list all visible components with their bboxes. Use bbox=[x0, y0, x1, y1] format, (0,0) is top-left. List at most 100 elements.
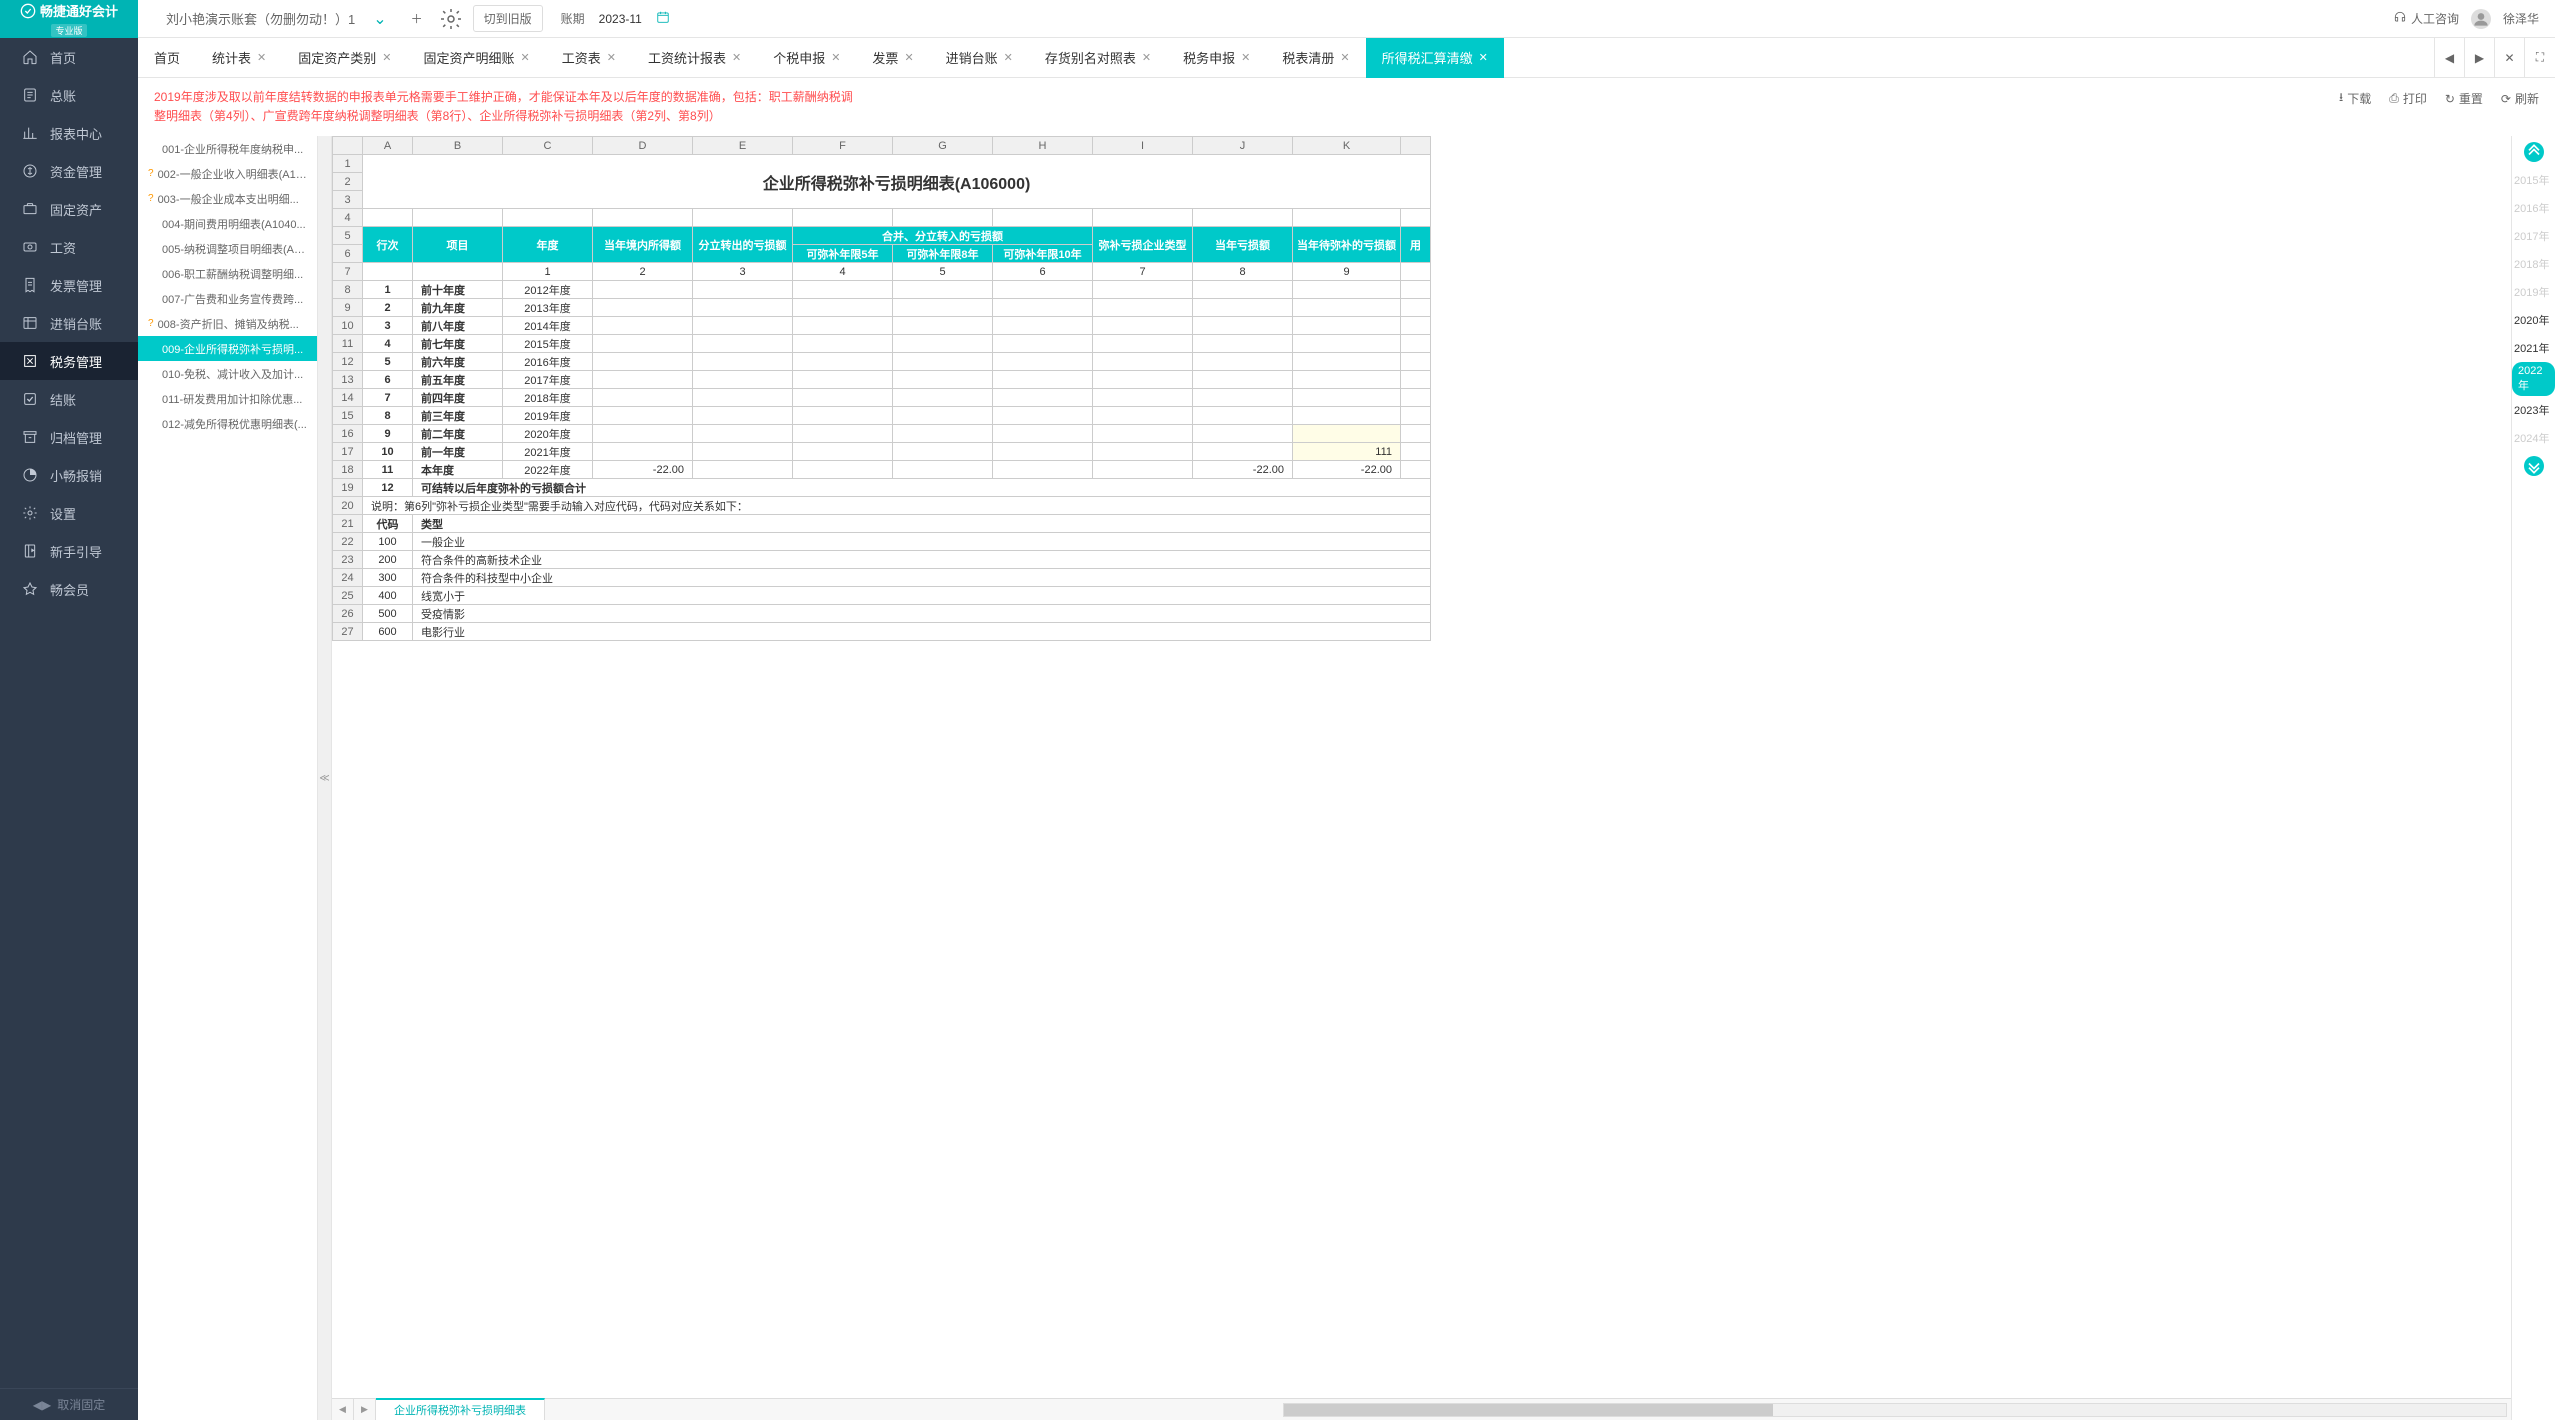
cell-line[interactable]: 3 bbox=[363, 317, 413, 335]
col-header-A[interactable]: A bbox=[363, 137, 413, 155]
add-account-button[interactable]: ＋ bbox=[405, 7, 429, 31]
cell-transfer-out[interactable] bbox=[693, 371, 793, 389]
spreadsheet-scroll[interactable]: ABCDEFGHIJK1企业所得税弥补亏损明细表(A106000)2345行次项… bbox=[332, 136, 2511, 1398]
print-button[interactable]: ⎙打印 bbox=[2389, 90, 2427, 107]
cell-y8[interactable] bbox=[893, 353, 993, 371]
tab-0[interactable]: 首页 bbox=[138, 38, 196, 78]
cell-y5[interactable] bbox=[793, 299, 893, 317]
cell-y5[interactable] bbox=[793, 281, 893, 299]
cell-y5[interactable] bbox=[793, 389, 893, 407]
cell-transfer-out[interactable] bbox=[693, 443, 793, 461]
row-header-25[interactable]: 25 bbox=[333, 587, 363, 605]
row-header-22[interactable]: 22 bbox=[333, 533, 363, 551]
tab-close-icon[interactable]: ✕ bbox=[1479, 51, 1488, 64]
row-header-20[interactable]: 20 bbox=[333, 497, 363, 515]
cell-loss[interactable] bbox=[1193, 389, 1293, 407]
cell-y8[interactable] bbox=[893, 461, 993, 479]
sidebar-item-home[interactable]: 首页 bbox=[0, 38, 138, 76]
calendar-icon[interactable] bbox=[656, 10, 670, 27]
note-code[interactable]: 400 bbox=[363, 587, 413, 605]
cell-use[interactable] bbox=[1401, 425, 1431, 443]
reset-button[interactable]: ↻重置 bbox=[2445, 90, 2483, 107]
cell-domestic[interactable] bbox=[593, 389, 693, 407]
year-scroll-up-button[interactable] bbox=[2524, 142, 2544, 162]
cell-y8[interactable] bbox=[893, 425, 993, 443]
note-type[interactable]: 符合条件的科技型中小企业 bbox=[413, 569, 1431, 587]
consult-button[interactable]: 人工咨询 bbox=[2393, 10, 2459, 27]
cell-transfer-out[interactable] bbox=[693, 281, 793, 299]
row-header-12[interactable]: 12 bbox=[333, 353, 363, 371]
cell-loss[interactable] bbox=[1193, 425, 1293, 443]
cell-domestic[interactable] bbox=[593, 407, 693, 425]
cell-transfer-out[interactable] bbox=[693, 425, 793, 443]
note-type[interactable]: 线宽小于 bbox=[413, 587, 1431, 605]
cell-y5[interactable] bbox=[793, 443, 893, 461]
tab-close-icon[interactable]: ✕ bbox=[732, 51, 741, 64]
cell-domestic[interactable] bbox=[593, 299, 693, 317]
sidebar-unpin-button[interactable]: ◀▶ 取消固定 bbox=[0, 1388, 138, 1420]
note-type[interactable]: 电影行业 bbox=[413, 623, 1431, 641]
cell-year[interactable]: 2020年度 bbox=[503, 425, 593, 443]
cell-loss[interactable] bbox=[1193, 371, 1293, 389]
cell-line[interactable]: 7 bbox=[363, 389, 413, 407]
cell-pending[interactable] bbox=[1293, 317, 1401, 335]
cell-type[interactable] bbox=[1093, 317, 1193, 335]
cell-pending[interactable]: -22.00 bbox=[1293, 461, 1401, 479]
cell-y8[interactable] bbox=[893, 371, 993, 389]
cell-item[interactable]: 前一年度 bbox=[413, 443, 503, 461]
col-header-G[interactable]: G bbox=[893, 137, 993, 155]
cell-type[interactable] bbox=[1093, 407, 1193, 425]
cell-item[interactable]: 前二年度 bbox=[413, 425, 503, 443]
cell-line[interactable]: 6 bbox=[363, 371, 413, 389]
note-type[interactable]: 符合条件的高新技术企业 bbox=[413, 551, 1431, 569]
cell-domestic[interactable] bbox=[593, 281, 693, 299]
row-header-18[interactable]: 18 bbox=[333, 461, 363, 479]
row-header-11[interactable]: 11 bbox=[333, 335, 363, 353]
tab-close-icon[interactable]: ✕ bbox=[257, 51, 266, 64]
refresh-button[interactable]: ⟳刷新 bbox=[2501, 90, 2539, 107]
year-item-2021年[interactable]: 2021年 bbox=[2512, 334, 2555, 362]
cell-y5[interactable] bbox=[793, 335, 893, 353]
cell-line[interactable]: 10 bbox=[363, 443, 413, 461]
form-list-item-1[interactable]: ?002-一般企业收入明细表(A10... bbox=[138, 161, 317, 186]
cell-use[interactable] bbox=[1401, 407, 1431, 425]
cell-pending[interactable] bbox=[1293, 353, 1401, 371]
cell-line[interactable]: 12 bbox=[363, 479, 413, 497]
col-header-K[interactable]: K bbox=[1293, 137, 1401, 155]
cell-use[interactable] bbox=[1401, 371, 1431, 389]
cell-use[interactable] bbox=[1401, 461, 1431, 479]
row-header-7[interactable]: 7 bbox=[333, 263, 363, 281]
form-list-item-6[interactable]: 007-广告费和业务宣传费跨... bbox=[138, 286, 317, 311]
form-list-item-3[interactable]: 004-期间费用明细表(A1040... bbox=[138, 211, 317, 236]
row-header-23[interactable]: 23 bbox=[333, 551, 363, 569]
cell-pending[interactable] bbox=[1293, 389, 1401, 407]
tab-close-icon[interactable]: ✕ bbox=[521, 51, 530, 64]
cell-pending[interactable] bbox=[1293, 425, 1401, 443]
sheet-first-button[interactable]: ◀ bbox=[332, 1399, 354, 1420]
cell-type[interactable] bbox=[1093, 299, 1193, 317]
tab-scroll-right-button[interactable]: ▶ bbox=[2465, 38, 2495, 78]
note-code[interactable]: 200 bbox=[363, 551, 413, 569]
account-settings-icon[interactable] bbox=[439, 7, 463, 31]
cell-pending[interactable] bbox=[1293, 407, 1401, 425]
cell-year[interactable]: 2012年度 bbox=[503, 281, 593, 299]
cell-pending[interactable] bbox=[1293, 281, 1401, 299]
cell-item[interactable]: 前四年度 bbox=[413, 389, 503, 407]
cell-domestic[interactable]: -22.00 bbox=[593, 461, 693, 479]
cell-line[interactable]: 9 bbox=[363, 425, 413, 443]
cell-y10[interactable] bbox=[993, 443, 1093, 461]
form-list-item-2[interactable]: ?003-一般企业成本支出明细... bbox=[138, 186, 317, 211]
collapse-form-list-button[interactable]: ≪ bbox=[318, 136, 332, 1420]
cell-year[interactable]: 2019年度 bbox=[503, 407, 593, 425]
tab-close-icon[interactable]: ✕ bbox=[831, 51, 840, 64]
row-header-3[interactable]: 3 bbox=[333, 191, 363, 209]
row-header-10[interactable]: 10 bbox=[333, 317, 363, 335]
tab-9[interactable]: 存货别名对照表✕ bbox=[1029, 38, 1167, 78]
cell-y10[interactable] bbox=[993, 389, 1093, 407]
cell-y10[interactable] bbox=[993, 299, 1093, 317]
sheet-tab[interactable]: 企业所得税弥补亏损明细表 bbox=[376, 1398, 545, 1420]
cell-year[interactable]: 2013年度 bbox=[503, 299, 593, 317]
cell-y5[interactable] bbox=[793, 317, 893, 335]
cell-y10[interactable] bbox=[993, 425, 1093, 443]
tab-close-icon[interactable]: ✕ bbox=[382, 51, 391, 64]
